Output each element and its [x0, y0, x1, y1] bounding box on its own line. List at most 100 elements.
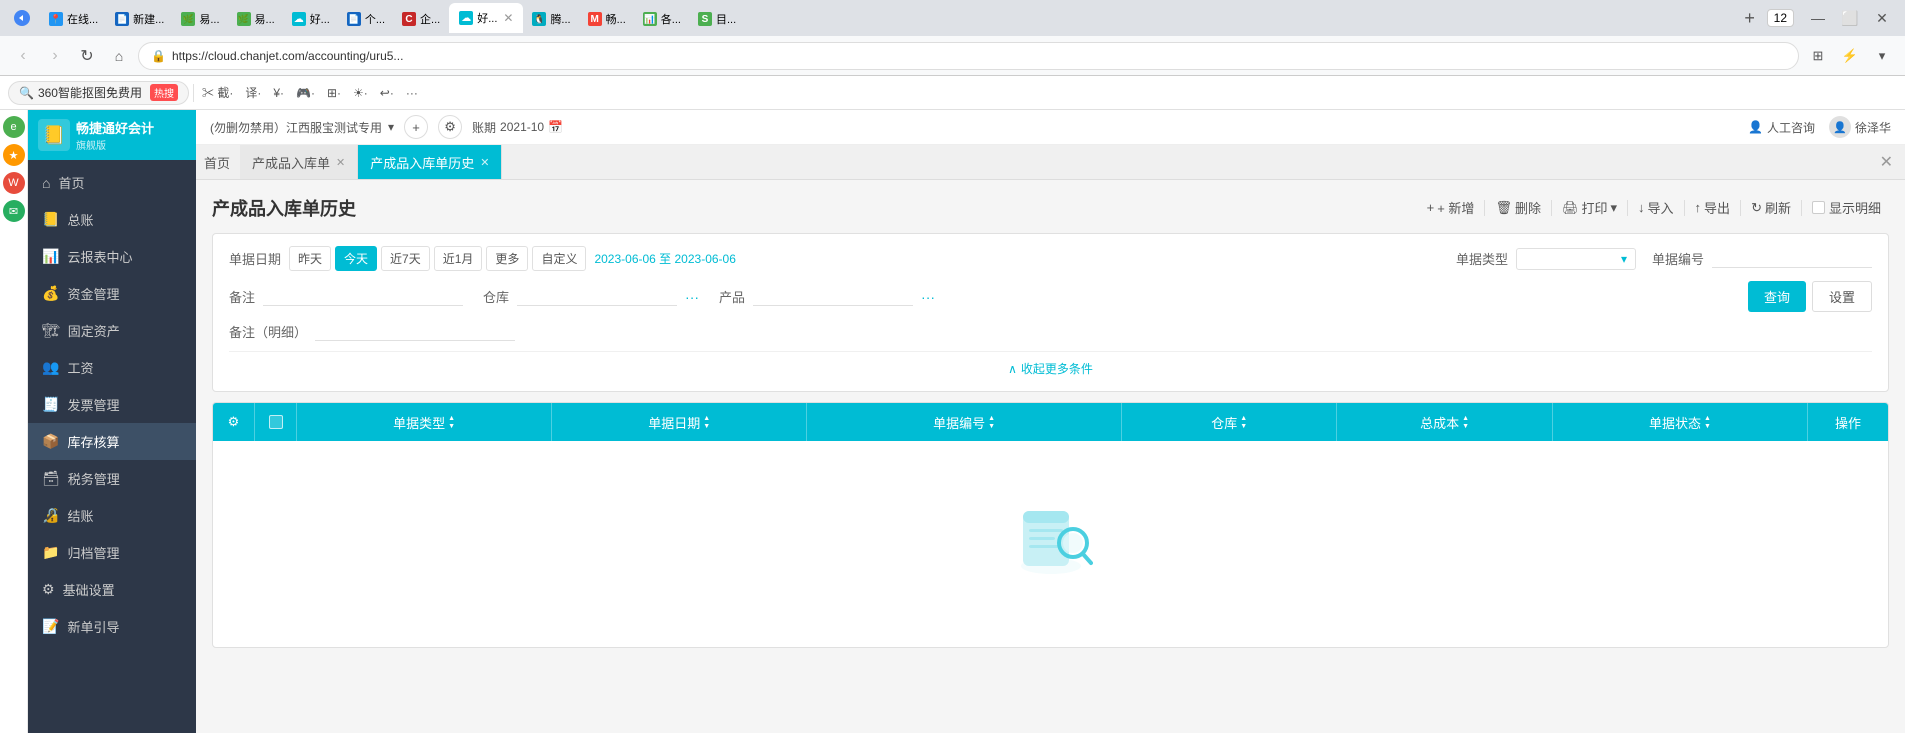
app-logo[interactable]: 📒 畅捷通好会计 旗舰版: [28, 110, 196, 160]
browser-tab[interactable]: 📊 各...: [635, 5, 689, 33]
human-service-button[interactable]: 👤 人工咨询: [1748, 119, 1815, 136]
nav-item-fixed[interactable]: 🏗 固定资产: [28, 312, 196, 349]
nav-item-tax[interactable]: 🗃 税务管理: [28, 460, 196, 497]
nav-item-invoice[interactable]: 🧾 发票管理: [28, 386, 196, 423]
detail-remark-input[interactable]: [315, 322, 515, 341]
nav-item-reports[interactable]: 📊 云报表中心: [28, 238, 196, 275]
tab-history[interactable]: 产成品入库单历史 ✕: [358, 145, 502, 179]
home-browser-button[interactable]: ⌂: [106, 43, 132, 69]
date-btn-today[interactable]: 今天: [335, 246, 377, 271]
yuan-tool[interactable]: ¥·: [269, 86, 288, 100]
nav-item-funds[interactable]: 💰 资金管理: [28, 275, 196, 312]
translate-tool[interactable]: 译·: [241, 84, 265, 101]
calendar-icon[interactable]: 📅: [548, 120, 563, 134]
header-checkbox[interactable]: [269, 415, 283, 429]
green-circle-icon[interactable]: e: [3, 116, 25, 138]
show-detail-check[interactable]: 显示明细: [1804, 194, 1889, 221]
doc-num-input[interactable]: [1712, 249, 1872, 268]
orange-circle-icon[interactable]: ★: [3, 144, 25, 166]
company-selector[interactable]: (勿删勿禁用）江西服宝测试专用 ▾: [210, 119, 394, 136]
scissors-tool[interactable]: ✂ 截·: [198, 84, 237, 101]
th-status[interactable]: 单据状态 ▲▼: [1553, 403, 1808, 441]
nav-item-archive[interactable]: 📁 归档管理: [28, 534, 196, 571]
th-cost[interactable]: 总成本 ▲▼: [1337, 403, 1552, 441]
th-num[interactable]: 单据编号 ▲▼: [807, 403, 1122, 441]
date-btn-more[interactable]: 更多: [486, 246, 528, 271]
refresh-page-button[interactable]: ↻ 刷新: [1743, 194, 1799, 221]
browser-tab[interactable]: ☁ 好...: [284, 5, 338, 33]
show-detail-checkbox[interactable]: [1812, 201, 1825, 214]
warehouse-dots-icon[interactable]: ···: [685, 289, 699, 305]
doc-type-select[interactable]: ▾: [1516, 248, 1636, 270]
query-button[interactable]: 查询: [1748, 281, 1806, 312]
mail-icon[interactable]: ✉: [3, 200, 25, 222]
th-date[interactable]: 单据日期 ▲▼: [552, 403, 807, 441]
tab-history-close-icon[interactable]: ✕: [480, 156, 489, 169]
date-btn-7days[interactable]: 近7天: [381, 246, 430, 271]
close-panel-button[interactable]: ✕: [1868, 145, 1905, 179]
export-button[interactable]: ↑ 导出: [1687, 194, 1739, 221]
undo-tool[interactable]: ↩·: [376, 86, 398, 100]
lightning-icon[interactable]: ⚡: [1837, 43, 1863, 69]
extensions-icon[interactable]: ⊞: [1805, 43, 1831, 69]
forward-button[interactable]: ›: [42, 43, 68, 69]
refresh-browser-button[interactable]: ↻: [74, 43, 100, 69]
nav-item-basic[interactable]: ⚙ 基础设置: [28, 571, 196, 608]
game-tool[interactable]: 🎮·: [292, 86, 319, 100]
browser-tab[interactable]: 🌿 易...: [229, 5, 283, 33]
add-button[interactable]: + + 新增: [1419, 194, 1483, 221]
url-bar[interactable]: 🔒 https://cloud.chanjet.com/accounting/u…: [138, 42, 1799, 70]
tab-close-icon[interactable]: ✕: [503, 11, 513, 25]
browser-tab[interactable]: 📄 新建...: [107, 5, 172, 33]
nav-item-salary[interactable]: 👥 工资: [28, 349, 196, 386]
tab-list-close-icon[interactable]: ✕: [336, 156, 345, 169]
import-button[interactable]: ↓ 导入: [1630, 194, 1682, 221]
nav-item-checkout[interactable]: 🔏 结账: [28, 497, 196, 534]
sun-tool[interactable]: ☀·: [349, 86, 372, 100]
minimize-button[interactable]: —: [1803, 4, 1833, 32]
th-checkbox[interactable]: [255, 403, 297, 441]
browser-tab[interactable]: 📄 个...: [339, 5, 393, 33]
maximize-button[interactable]: ⬜: [1835, 4, 1865, 32]
th-type[interactable]: 单据类型 ▲▼: [297, 403, 552, 441]
browser-tab[interactable]: 📍 在线...: [41, 5, 106, 33]
settings-company-button[interactable]: ⚙: [438, 115, 462, 139]
grid-tool[interactable]: ⊞·: [323, 86, 345, 100]
date-btn-yesterday[interactable]: 昨天: [289, 246, 331, 271]
th-warehouse[interactable]: 仓库 ▲▼: [1122, 403, 1337, 441]
new-tab-button[interactable]: +: [1737, 5, 1763, 31]
product-dots-icon[interactable]: ···: [921, 289, 935, 305]
th-gear[interactable]: ⚙: [213, 403, 255, 441]
chevron-down-addr-icon[interactable]: ▾: [1869, 43, 1895, 69]
browser-tab[interactable]: M 畅...: [580, 5, 634, 33]
delete-button[interactable]: 🗑 删除: [1487, 194, 1549, 221]
product-input[interactable]: [753, 287, 913, 306]
browser-tab[interactable]: C 企...: [394, 5, 448, 33]
add-company-button[interactable]: +: [404, 115, 428, 139]
tab-list[interactable]: 产成品入库单 ✕: [240, 145, 358, 179]
browser-tab[interactable]: S 目...: [690, 5, 744, 33]
setting-button[interactable]: 设置: [1812, 281, 1872, 312]
date-btn-custom[interactable]: 自定义: [532, 246, 586, 271]
inventory-nav-icon: 📦: [42, 433, 59, 450]
date-btn-1month[interactable]: 近1月: [434, 246, 483, 271]
print-button[interactable]: 🖨 打印 ▾: [1554, 194, 1625, 221]
nav-item-ledger[interactable]: 📒 总账: [28, 201, 196, 238]
back-button[interactable]: ‹: [10, 43, 36, 69]
left-nav: 📒 畅捷通好会计 旗舰版 ⌂ 首页 📒 总账: [28, 110, 196, 733]
toolbar-search-box[interactable]: 🔍 360智能抠图免费用 热搜: [8, 81, 189, 105]
warehouse-input[interactable]: [517, 287, 677, 306]
nav-item-inventory[interactable]: 📦 库存核算: [28, 423, 196, 460]
browser-tab-active[interactable]: ☁ 好... ✕: [449, 3, 523, 33]
remark-input[interactable]: [263, 287, 463, 306]
browser-tab[interactable]: 🐧 腾...: [524, 5, 578, 33]
collapse-button[interactable]: ∧ 收起更多条件: [229, 351, 1872, 379]
close-button[interactable]: ✕: [1867, 4, 1897, 32]
browser-tab[interactable]: 🌿 易...: [173, 5, 227, 33]
more-tools[interactable]: ···: [402, 86, 422, 100]
breadcrumb-home[interactable]: 首页: [204, 149, 230, 176]
nav-item-newdoc[interactable]: 📝 新单引导: [28, 608, 196, 645]
red-circle-icon[interactable]: W: [3, 172, 25, 194]
user-avatar-area[interactable]: 👤 徐泽华: [1829, 116, 1891, 138]
nav-item-home[interactable]: ⌂ 首页: [28, 164, 196, 201]
